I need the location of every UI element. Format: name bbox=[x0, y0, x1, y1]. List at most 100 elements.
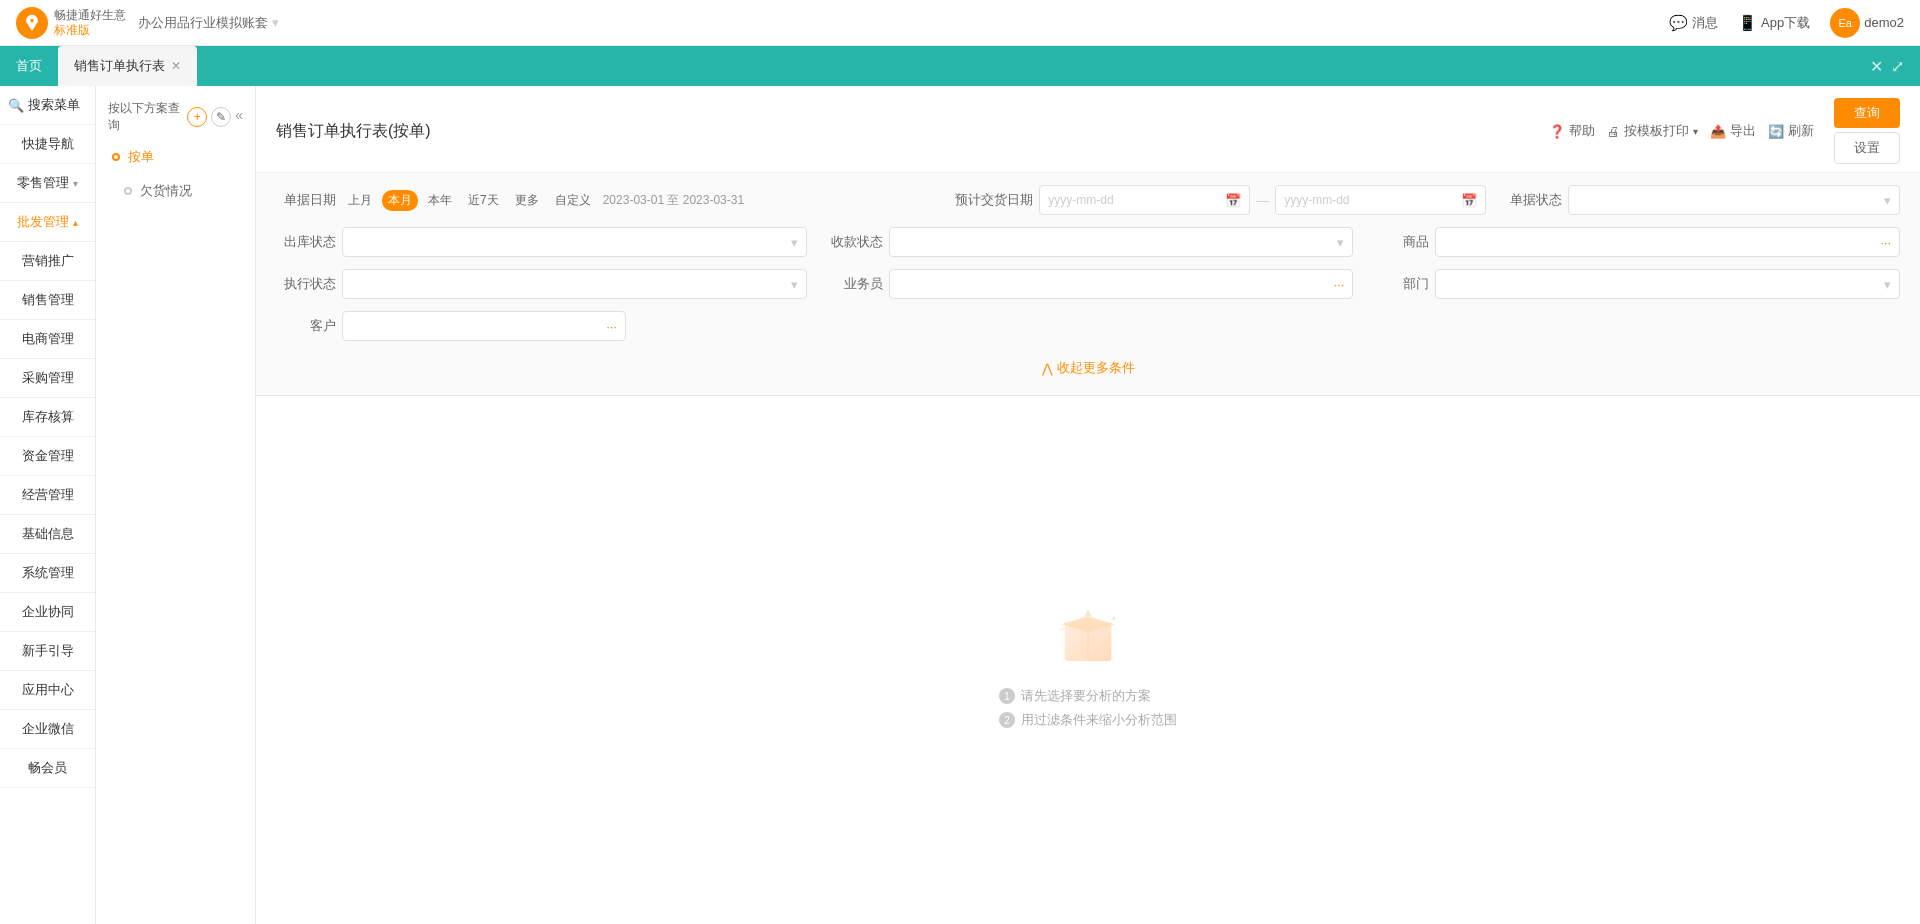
sidebar-item-appstore[interactable]: 应用中心 bbox=[0, 671, 95, 710]
avatar: Ea bbox=[1830, 8, 1860, 38]
exec-status-select[interactable]: ▾ bbox=[342, 269, 807, 299]
sidebar-item-marketing[interactable]: 营销推广 bbox=[0, 242, 95, 281]
page-title: 销售订单执行表(按单) bbox=[276, 121, 431, 142]
query-button[interactable]: 查询 bbox=[1834, 98, 1900, 128]
message-icon: 💬 bbox=[1669, 14, 1688, 32]
sidebar-item-operations[interactable]: 经营管理 bbox=[0, 476, 95, 515]
sidebar-item-finance[interactable]: 资金管理 bbox=[0, 437, 95, 476]
scheme-collapse-btn[interactable]: « bbox=[235, 107, 243, 127]
date-tab-custom[interactable]: 自定义 bbox=[549, 190, 597, 211]
breadcrumb[interactable]: 办公用品行业模拟账套 ▾ bbox=[138, 14, 279, 32]
tab-sales-exec[interactable]: 销售订单执行表 ✕ bbox=[58, 46, 197, 86]
scheme-add-btn[interactable]: + bbox=[187, 107, 207, 127]
scheme-header: 按以下方案查询 + ✎ « bbox=[96, 94, 255, 140]
sidebar-item-basic[interactable]: 基础信息 bbox=[0, 515, 95, 554]
scheme-item-arrears[interactable]: 欠货情况 bbox=[96, 174, 255, 208]
goods-dots: ··· bbox=[1880, 235, 1891, 250]
date-tabs: 上月 本月 本年 近7天 更多 自定义 bbox=[342, 190, 597, 211]
refresh-btn[interactable]: 🔄 刷新 bbox=[1768, 122, 1814, 140]
sidebar-search[interactable]: 🔍 搜索菜单 bbox=[0, 86, 95, 125]
logo-text: 畅捷通好生意 标准版 bbox=[54, 8, 126, 37]
tab-close-window-btn[interactable]: ✕ bbox=[1870, 57, 1883, 76]
out-status-label: 出库状态 bbox=[276, 233, 336, 251]
sidebar-item-wechat[interactable]: 企业微信 bbox=[0, 710, 95, 749]
dept-select[interactable]: ▾ bbox=[1435, 269, 1900, 299]
tab-home[interactable]: 首页 bbox=[0, 46, 58, 86]
tab-actions: ✕ ⤢ bbox=[1870, 57, 1920, 76]
exec-status-field: 执行状态 ▾ bbox=[276, 269, 807, 299]
sidebar-item-member[interactable]: 畅会员 bbox=[0, 749, 95, 788]
search-icon: 🔍 bbox=[8, 98, 24, 113]
sidebar-item-retail[interactable]: 零售管理 ▾ bbox=[0, 164, 95, 203]
export-btn[interactable]: 📤 导出 bbox=[1710, 122, 1756, 140]
date-range-text: 2023-03-01 至 2023-03-31 bbox=[603, 192, 744, 209]
tab-restore-btn[interactable]: ⤢ bbox=[1891, 57, 1904, 76]
help-icon: ❓ bbox=[1549, 124, 1565, 139]
expected-date-start[interactable]: yyyy-mm-dd 📅 bbox=[1039, 185, 1250, 215]
date-tab-more[interactable]: 更多 bbox=[509, 190, 545, 211]
sidebar-item-sales[interactable]: 销售管理 bbox=[0, 281, 95, 320]
logo-svg bbox=[22, 13, 42, 33]
top-bar: 畅捷通好生意 标准版 办公用品行业模拟账套 ▾ 💬 消息 📱 App下载 Ea … bbox=[0, 0, 1920, 46]
export-icon: 📤 bbox=[1710, 124, 1726, 139]
out-status-select[interactable]: ▾ bbox=[342, 227, 807, 257]
date-separator: — bbox=[1256, 193, 1269, 208]
dept-chevron-icon: ▾ bbox=[1884, 277, 1891, 292]
sidebar-item-ecommerce[interactable]: 电商管理 bbox=[0, 320, 95, 359]
print-chevron-icon: ▾ bbox=[1693, 126, 1698, 137]
svg-text:✦: ✦ bbox=[1111, 615, 1117, 622]
tab-close-icon[interactable]: ✕ bbox=[171, 59, 181, 73]
collapse-more-btn[interactable]: ⋀ 收起更多条件 bbox=[276, 353, 1900, 383]
expected-date-end[interactable]: yyyy-mm-dd 📅 bbox=[1275, 185, 1486, 215]
date-tab-this-year[interactable]: 本年 bbox=[422, 190, 458, 211]
expected-date-label: 预计交货日期 bbox=[955, 191, 1033, 209]
page-actions: ❓ 帮助 🖨 按模板打印 ▾ 📤 导出 🔄 bbox=[1549, 98, 1900, 164]
empty-state: ✦ ✦ 1 请先选择要分析的方案 2 用过滤条件来缩小分析范围 bbox=[256, 396, 1920, 924]
sidebar-item-purchase[interactable]: 采购管理 bbox=[0, 359, 95, 398]
sidebar-item-wholesale[interactable]: 批发管理 ▴ bbox=[0, 203, 95, 242]
date-tab-this-month[interactable]: 本月 bbox=[382, 190, 418, 211]
calendar-icon-end: 📅 bbox=[1461, 193, 1477, 208]
empty-tip-2: 2 用过滤条件来缩小分析范围 bbox=[999, 711, 1177, 729]
receipt-status-select[interactable]: ▾ bbox=[889, 227, 1354, 257]
sidebar-item-inventory[interactable]: 库存核算 bbox=[0, 398, 95, 437]
dept-field: 部门 ▾ bbox=[1369, 269, 1900, 299]
sidebar-item-system[interactable]: 系统管理 bbox=[0, 554, 95, 593]
sidebar-item-enterprise[interactable]: 企业协同 bbox=[0, 593, 95, 632]
doc-status-select[interactable]: ▾ bbox=[1568, 185, 1900, 215]
goods-input[interactable]: ··· bbox=[1435, 227, 1900, 257]
receipt-chevron-icon: ▾ bbox=[1337, 235, 1344, 250]
scheme-edit-btn[interactable]: ✎ bbox=[211, 107, 231, 127]
sidebar-item-shortcut[interactable]: 快捷导航 bbox=[0, 125, 95, 164]
date-tab-last7[interactable]: 近7天 bbox=[462, 190, 505, 211]
sidebar-item-newbie[interactable]: 新手引导 bbox=[0, 632, 95, 671]
date-field: 单据日期 上月 本月 本年 近7天 更多 自定义 20 bbox=[276, 190, 939, 211]
expected-date-field: 预计交货日期 yyyy-mm-dd 📅 — yyyy-mm-dd 📅 bbox=[955, 185, 1486, 215]
calendar-icon: 📅 bbox=[1225, 193, 1241, 208]
app-download-btn[interactable]: 📱 App下载 bbox=[1738, 14, 1810, 32]
receipt-status-field: 收款状态 ▾ bbox=[823, 227, 1354, 257]
print-btn[interactable]: 🖨 按模板打印 ▾ bbox=[1607, 122, 1698, 140]
salesperson-field: 业务员 ··· bbox=[823, 269, 1354, 299]
message-btn[interactable]: 💬 消息 bbox=[1669, 14, 1718, 32]
filter-row-4: 客户 ··· bbox=[276, 311, 1900, 341]
scheme-header-actions: + ✎ « bbox=[187, 107, 243, 127]
setting-button[interactable]: 设置 bbox=[1834, 132, 1900, 164]
logo-area: 畅捷通好生意 标准版 bbox=[16, 7, 126, 39]
filter-row-2: 出库状态 ▾ 收款状态 ▾ bbox=[276, 227, 1900, 257]
top-bar-right: 💬 消息 📱 App下载 Ea demo2 bbox=[1669, 8, 1904, 38]
date-tab-last-month[interactable]: 上月 bbox=[342, 190, 378, 211]
dept-label: 部门 bbox=[1369, 275, 1429, 293]
filter-area: 销售订单执行表(按单) ❓ 帮助 🖨 按模板打印 ▾ 📤 bbox=[256, 86, 1920, 924]
user-profile-btn[interactable]: Ea demo2 bbox=[1830, 8, 1904, 38]
chevron-up-icon: ▴ bbox=[73, 217, 78, 228]
help-btn[interactable]: ❓ 帮助 bbox=[1549, 122, 1595, 140]
scheme-item-press[interactable]: 按单 bbox=[96, 140, 255, 174]
svg-text:✦: ✦ bbox=[1060, 626, 1064, 632]
out-status-chevron-icon: ▾ bbox=[791, 235, 798, 250]
salesperson-input[interactable]: ··· bbox=[889, 269, 1354, 299]
customer-input[interactable]: ··· bbox=[342, 311, 626, 341]
print-icon: 🖨 bbox=[1607, 124, 1620, 139]
salesperson-label: 业务员 bbox=[823, 275, 883, 293]
sidebar: 🔍 搜索菜单 快捷导航 零售管理 ▾ 批发管理 ▴ 营销推广 销售管理 电商管理… bbox=[0, 86, 96, 924]
